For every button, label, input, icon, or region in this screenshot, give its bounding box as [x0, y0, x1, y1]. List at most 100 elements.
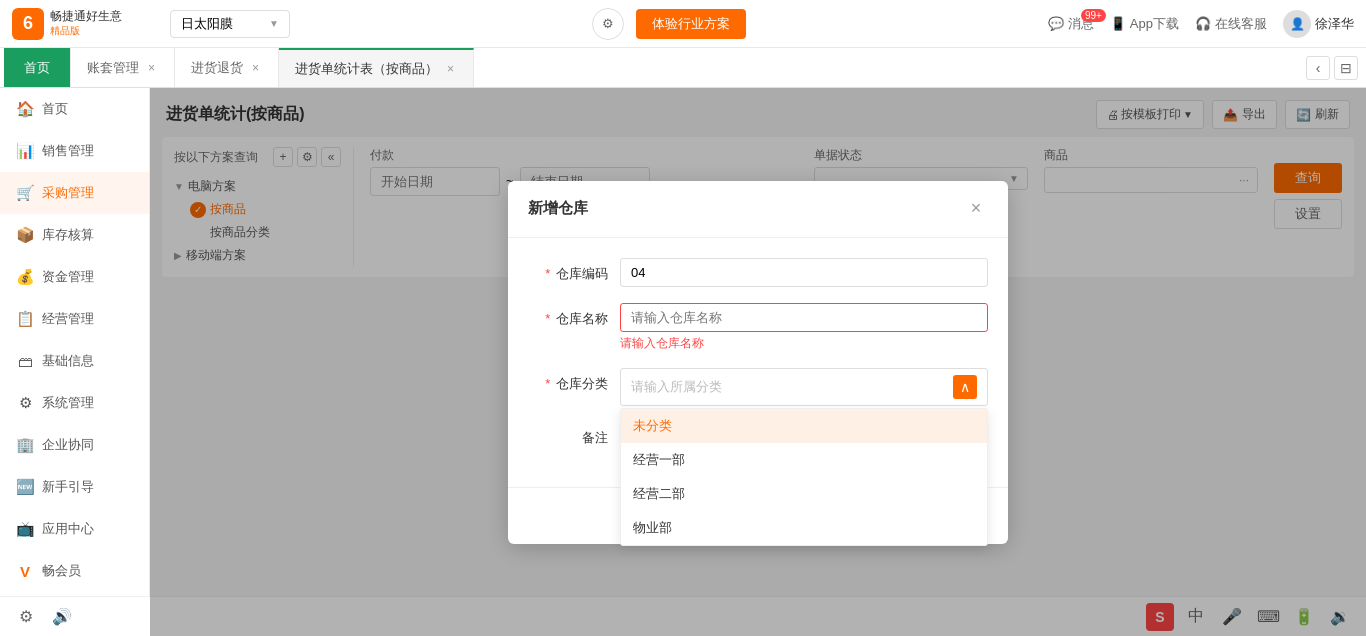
sidebar-item-inventory[interactable]: 📦 库存核算	[0, 214, 149, 256]
top-header: 6 畅捷通好生意 精品版 日太阳膜 ▼ ⚙ 体验行业方案 💬 消息 99+ 📱 …	[0, 0, 1366, 48]
category-required-star: *	[545, 376, 550, 391]
modal-overlay[interactable]: 新增仓库 × * 仓库编码	[150, 88, 1366, 636]
name-control: 请输入仓库名称	[620, 303, 988, 352]
vip-icon: V	[16, 562, 34, 580]
category-placeholder: 请输入所属分类	[631, 378, 722, 396]
code-label: * 仓库编码	[528, 258, 608, 283]
logo-area: 6 畅捷通好生意 精品版	[12, 8, 162, 40]
category-option-dept1[interactable]: 经营一部	[621, 443, 987, 477]
code-input[interactable]	[620, 258, 988, 287]
add-warehouse-modal: 新增仓库 × * 仓库编码	[508, 181, 1008, 544]
category-dropdown: 未分类 经营一部 经营二部 物业部	[620, 408, 988, 546]
category-option-none[interactable]: 未分类	[621, 409, 987, 443]
tab-returns[interactable]: 进货退货 ×	[175, 48, 279, 87]
tab-next-button[interactable]: ⊟	[1334, 56, 1358, 80]
main-layout: 🏠 首页 📊 销售管理 🛒 采购管理 📦 库存核算 💰 资金管理 📋 经营管理 …	[0, 88, 1366, 636]
code-required-star: *	[545, 266, 550, 281]
modal-title: 新增仓库	[528, 199, 588, 218]
user-avatar: 👤	[1283, 10, 1311, 38]
app-download-button[interactable]: 📱 App下载	[1110, 15, 1179, 33]
notes-label-text: 备注	[582, 430, 608, 445]
sidebar-item-sales[interactable]: 📊 销售管理	[0, 130, 149, 172]
store-dropdown-icon: ▼	[269, 18, 279, 29]
tab-spacer	[474, 48, 1298, 87]
store-selector[interactable]: 日太阳膜 ▼	[170, 10, 290, 38]
sidebar-item-home[interactable]: 🏠 首页	[0, 88, 149, 130]
header-middle: ⚙ 体验行业方案	[290, 8, 1048, 40]
category-selector[interactable]: 请输入所属分类 ∧	[620, 368, 988, 406]
name-label-text: 仓库名称	[556, 311, 608, 326]
sidebar-item-operations[interactable]: 📋 经营管理	[0, 298, 149, 340]
basic-icon: 🗃	[16, 352, 34, 370]
sidebar-item-apps[interactable]: 📺 应用中心	[0, 508, 149, 550]
app-name: 畅捷通好生意	[50, 9, 122, 25]
sidebar-purchase-label: 采购管理	[42, 184, 94, 202]
category-label: * 仓库分类	[528, 368, 608, 393]
experience-button[interactable]: 体验行业方案	[636, 9, 746, 39]
tab-bar: 首页 账套管理 × 进货退货 × 进货单统计表（按商品） × ‹ ⊟	[0, 48, 1366, 88]
home-tab-label: 首页	[24, 59, 50, 77]
returns-tab-label: 进货退货	[191, 59, 243, 77]
sidebar-item-basic[interactable]: 🗃 基础信息	[0, 340, 149, 382]
code-control	[620, 258, 988, 287]
modal-body: * 仓库编码 * 仓库名称	[508, 238, 1008, 487]
sidebar-apps-label: 应用中心	[42, 520, 94, 538]
sidebar-item-finance[interactable]: 💰 资金管理	[0, 256, 149, 298]
sales-icon: 📊	[16, 142, 34, 160]
code-label-text: 仓库编码	[556, 266, 608, 281]
header-right: 💬 消息 99+ 📱 App下载 🎧 在线客服 👤 徐泽华	[1048, 10, 1354, 38]
sidebar-item-guide[interactable]: 🆕 新手引导	[0, 466, 149, 508]
finance-icon: 💰	[16, 268, 34, 286]
tab-prev-button[interactable]: ‹	[1306, 56, 1330, 80]
app-logo-icon: 6	[12, 8, 44, 40]
bottom-speaker-icon[interactable]: 🔊	[48, 603, 76, 631]
name-input[interactable]	[620, 303, 988, 332]
stats-tab-close[interactable]: ×	[444, 61, 457, 77]
stats-tab-label: 进货单统计表（按商品）	[295, 60, 438, 78]
sidebar-item-vip[interactable]: V 畅会员	[0, 550, 149, 592]
user-name: 徐泽华	[1315, 15, 1354, 33]
online-service-button[interactable]: 🎧 在线客服	[1195, 15, 1267, 33]
category-form-row: * 仓库分类 请输入所属分类 ∧ 未分类 经营一部	[528, 368, 988, 406]
messages-badge: 99+	[1081, 9, 1106, 22]
sidebar-item-enterprise[interactable]: 🏢 企业协同	[0, 424, 149, 466]
sidebar-item-purchase[interactable]: 🛒 采购管理	[0, 172, 149, 214]
sidebar-system-label: 系统管理	[42, 394, 94, 412]
sidebar-vip-label: 畅会员	[42, 562, 81, 580]
sidebar-home-label: 首页	[42, 100, 68, 118]
content-area: 进货单统计(按商品) 🖨 按模板打印 ▼ 📤 导出 🔄 刷新	[150, 88, 1366, 636]
tab-controls: ‹ ⊟	[1298, 48, 1366, 87]
sidebar-inventory-label: 库存核算	[42, 226, 94, 244]
name-error-msg: 请输入仓库名称	[620, 335, 988, 352]
tab-accounts[interactable]: 账套管理 ×	[71, 48, 175, 87]
guide-icon: 🆕	[16, 478, 34, 496]
tab-stats[interactable]: 进货单统计表（按商品） ×	[279, 48, 474, 87]
category-option-dept2[interactable]: 经营二部	[621, 477, 987, 511]
sidebar-guide-label: 新手引导	[42, 478, 94, 496]
settings-button[interactable]: ⚙	[592, 8, 624, 40]
operations-icon: 📋	[16, 310, 34, 328]
category-up-icon: ∧	[953, 375, 977, 399]
headset-icon: 🎧	[1195, 16, 1211, 31]
messages-button[interactable]: 💬 消息 99+	[1048, 15, 1094, 33]
sidebar-basic-label: 基础信息	[42, 352, 94, 370]
bottom-settings-icon[interactable]: ⚙	[12, 603, 40, 631]
sidebar-enterprise-label: 企业协同	[42, 436, 94, 454]
category-option-property[interactable]: 物业部	[621, 511, 987, 545]
name-form-row: * 仓库名称 请输入仓库名称	[528, 303, 988, 352]
code-form-row: * 仓库编码	[528, 258, 988, 287]
app-badge: 精品版	[50, 24, 122, 38]
accounts-tab-close[interactable]: ×	[145, 60, 158, 76]
returns-tab-close[interactable]: ×	[249, 60, 262, 76]
modal-close-button[interactable]: ×	[964, 197, 988, 221]
sidebar-item-system[interactable]: ⚙ 系统管理	[0, 382, 149, 424]
user-info[interactable]: 👤 徐泽华	[1283, 10, 1354, 38]
purchase-icon: 🛒	[16, 184, 34, 202]
home-icon: 🏠	[16, 100, 34, 118]
sidebar-operations-label: 经营管理	[42, 310, 94, 328]
bottom-left: ⚙ 🔊	[12, 603, 76, 631]
name-label: * 仓库名称	[528, 303, 608, 328]
tab-home[interactable]: 首页	[4, 48, 71, 87]
phone-icon: 📱	[1110, 16, 1126, 31]
accounts-tab-label: 账套管理	[87, 59, 139, 77]
